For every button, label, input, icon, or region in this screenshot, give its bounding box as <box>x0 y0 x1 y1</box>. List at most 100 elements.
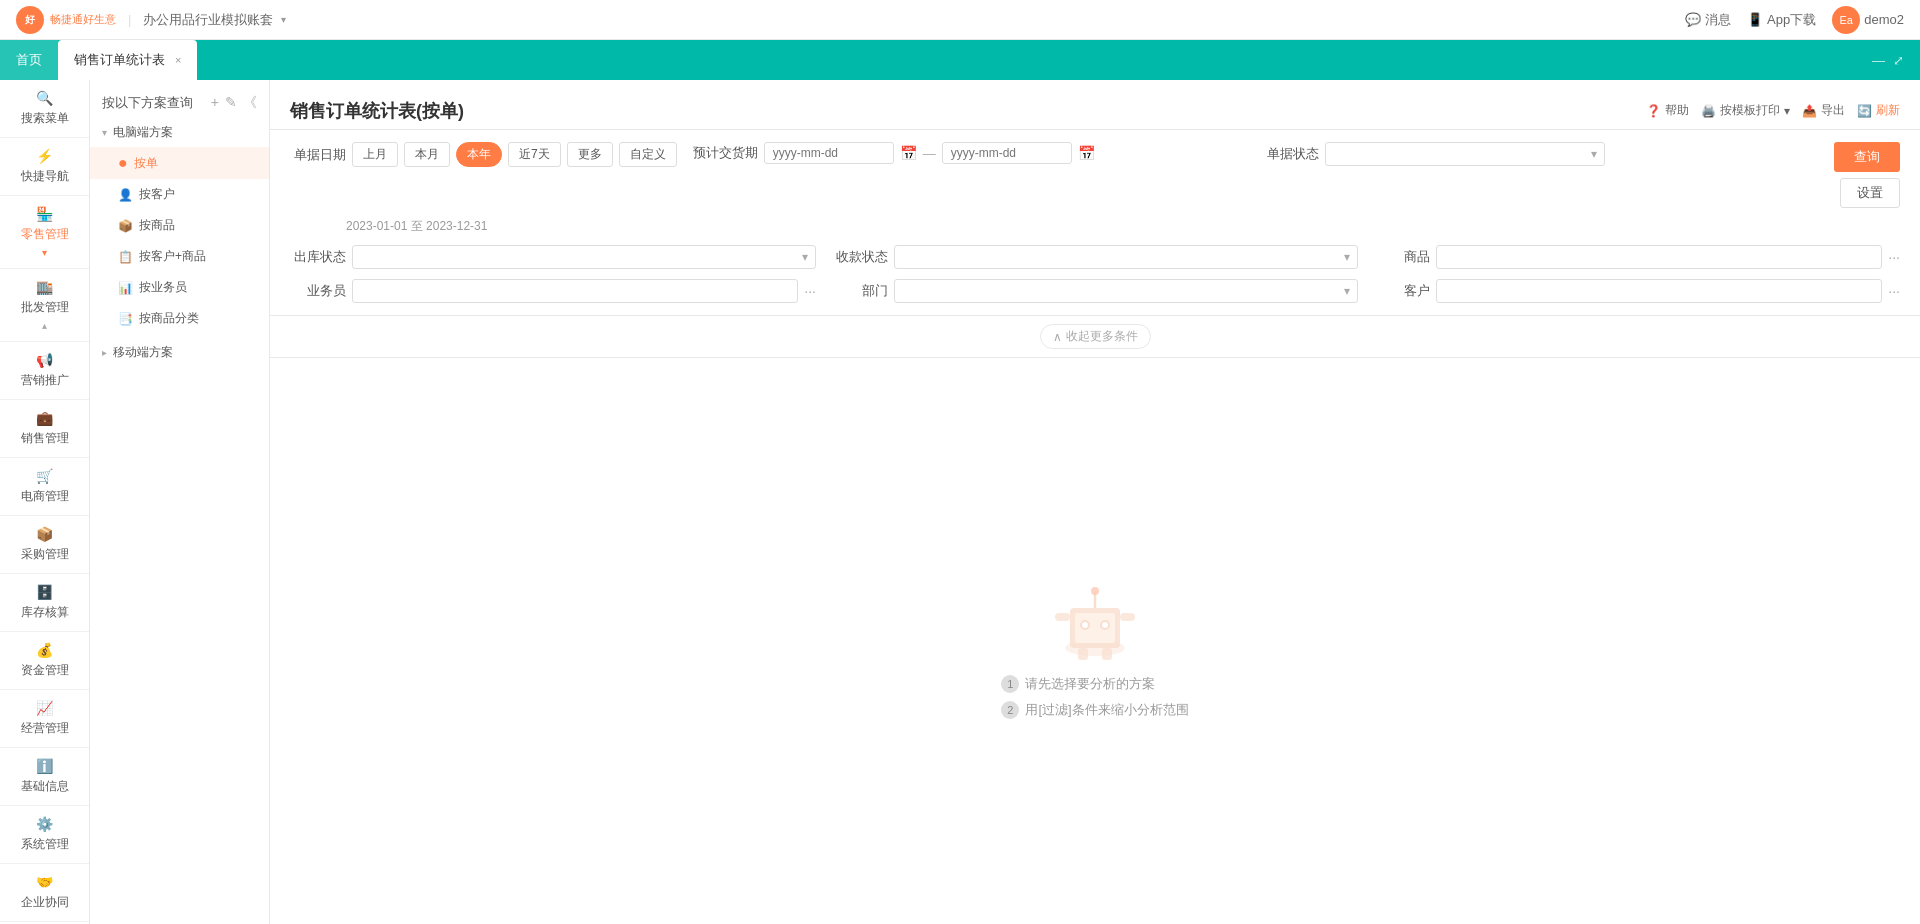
sidebar-item-system[interactable]: ⚙️ 系统管理 <box>0 806 89 864</box>
retail-icon: 🏪 <box>36 206 53 222</box>
empty-tip-1: 1 请先选择要分析的方案 <box>1001 675 1188 693</box>
panel-collapse-icon[interactable]: 《 <box>243 94 257 112</box>
user-area[interactable]: Ea demo2 <box>1832 6 1904 34</box>
this-month-btn[interactable]: 本月 <box>404 142 450 167</box>
panel-title: 按以下方案查询 <box>102 94 193 112</box>
calendar-to-icon[interactable]: 📅 <box>1078 145 1095 161</box>
product-more-icon[interactable]: ··· <box>1888 249 1900 265</box>
by-cust-prod-label: 按客户+商品 <box>139 248 206 265</box>
tab-home[interactable]: 首页 <box>0 40 58 80</box>
empty-illustration <box>1045 563 1145 663</box>
sidebar-search[interactable]: 🔍 搜索菜单 <box>0 80 89 138</box>
basic-icon: ℹ️ <box>36 758 53 774</box>
panel-item-by-order[interactable]: ● 按单 <box>90 147 269 179</box>
department-label: 部门 <box>832 282 888 300</box>
minimize-icon[interactable]: — <box>1872 53 1885 68</box>
home-tab-label: 首页 <box>16 51 42 69</box>
help-button[interactable]: ❓ 帮助 <box>1646 102 1689 119</box>
system-dropdown-icon[interactable]: ▾ <box>281 14 286 25</box>
export-button[interactable]: 📤 导出 <box>1802 102 1845 119</box>
svg-point-6 <box>1102 622 1108 628</box>
salesperson-input[interactable] <box>352 279 798 303</box>
message-button[interactable]: 💬 消息 <box>1685 11 1731 29</box>
panel-add-icon[interactable]: + <box>211 94 219 112</box>
by-salesperson-icon: 📊 <box>118 281 133 295</box>
by-order-label: 按单 <box>134 155 158 172</box>
enterprise-icon: 🤝 <box>36 874 53 890</box>
expected-date-to-input[interactable] <box>942 142 1072 164</box>
customer-more-icon[interactable]: ··· <box>1888 283 1900 299</box>
tip-num-1: 1 <box>1001 675 1019 693</box>
collapse-button[interactable]: ∧ 收起更多条件 <box>1040 324 1151 349</box>
panel-item-by-customer-product[interactable]: 📋 按客户+商品 <box>90 241 269 272</box>
department-select[interactable] <box>894 279 1358 303</box>
last-month-btn[interactable]: 上月 <box>352 142 398 167</box>
system-title: 办公用品行业模拟账套 <box>143 11 273 29</box>
sidebar-item-ecommerce[interactable]: 🛒 电商管理 <box>0 458 89 516</box>
tab-close-icon[interactable]: × <box>175 54 181 66</box>
expected-date-from-input[interactable] <box>764 142 894 164</box>
sidebar-item-basic[interactable]: ℹ️ 基础信息 <box>0 748 89 806</box>
delivery-status-label: 出库状态 <box>290 248 346 266</box>
sidebar-item-enterprise[interactable]: 🤝 企业协同 <box>0 864 89 922</box>
by-category-label: 按商品分类 <box>139 310 199 327</box>
collapse-label: 收起更多条件 <box>1066 328 1138 345</box>
sidebar-item-operations[interactable]: 📈 经营管理 <box>0 690 89 748</box>
custom-btn[interactable]: 自定义 <box>619 142 677 167</box>
date-label: 单据日期 <box>290 146 346 164</box>
sidebar-item-sales[interactable]: 💼 销售管理 <box>0 400 89 458</box>
tab-sales-order[interactable]: 销售订单统计表 × <box>58 40 197 80</box>
department-wrapper <box>894 279 1358 303</box>
svg-rect-12 <box>1102 648 1112 660</box>
panel-item-by-category[interactable]: 📑 按商品分类 <box>90 303 269 334</box>
sidebar-quick-nav[interactable]: ⚡ 快捷导航 <box>0 138 89 196</box>
sidebar-basic-label: 基础信息 <box>21 778 69 795</box>
delivery-status-select[interactable] <box>352 245 816 269</box>
sidebar-marketing-label: 营销推广 <box>21 372 69 389</box>
by-product-icon: 📦 <box>118 219 133 233</box>
panel-item-by-salesperson[interactable]: 📊 按业务员 <box>90 272 269 303</box>
last-7days-btn[interactable]: 近7天 <box>508 142 561 167</box>
panel-edit-icon[interactable]: ✎ <box>225 94 237 112</box>
empty-tip-2: 2 用[过滤]条件来缩小分析范围 <box>1001 701 1188 719</box>
nav-tabs: 首页 销售订单统计表 × — ⤢ <box>0 40 1920 80</box>
sidebar-item-purchase[interactable]: 📦 采购管理 <box>0 516 89 574</box>
calendar-from-icon[interactable]: 📅 <box>900 145 917 161</box>
sidebar-item-finance[interactable]: 💰 资金管理 <box>0 632 89 690</box>
maximize-icon[interactable]: ⤢ <box>1893 53 1904 68</box>
sidebar-item-inventory[interactable]: 🗄️ 库存核算 <box>0 574 89 632</box>
panel-section-desktop-title[interactable]: ▾ 电脑端方案 <box>90 118 269 147</box>
query-button[interactable]: 查询 <box>1834 142 1900 172</box>
quick-nav-icon: ⚡ <box>36 148 53 164</box>
print-button[interactable]: 🖨️ 按模板打印 ▾ <box>1701 102 1790 119</box>
app-icon: 📱 <box>1747 12 1763 27</box>
sidebar-enterprise-label: 企业协同 <box>21 894 69 911</box>
app-download-button[interactable]: 📱 App下载 <box>1747 11 1816 29</box>
customer-input[interactable] <box>1436 279 1882 303</box>
salesperson-more-icon[interactable]: ··· <box>804 283 816 299</box>
refresh-button[interactable]: 🔄 刷新 <box>1857 102 1900 119</box>
sidebar-item-wholesale[interactable]: 🏬 批发管理 ▴ <box>0 269 89 342</box>
search-icon: 🔍 <box>36 90 53 106</box>
panel-item-by-product[interactable]: 📦 按商品 <box>90 210 269 241</box>
panel-actions: + ✎ 《 <box>211 94 257 112</box>
left-panel: 按以下方案查询 + ✎ 《 ▾ 电脑端方案 ● 按单 👤 按客户 📦 按 <box>90 80 270 924</box>
top-bar-right: 💬 消息 📱 App下载 Ea demo2 <box>1685 6 1904 34</box>
panel-item-by-customer[interactable]: 👤 按客户 <box>90 179 269 210</box>
product-input[interactable] <box>1436 245 1882 269</box>
this-year-btn[interactable]: 本年 <box>456 142 502 167</box>
sidebar-quicknav-label: 快捷导航 <box>21 168 69 185</box>
section-expand-icon: ▾ <box>102 127 107 138</box>
panel-section-mobile-title[interactable]: ▸ 移动端方案 <box>90 338 269 367</box>
payment-status-select[interactable] <box>894 245 1358 269</box>
sidebar-item-retail[interactable]: 🏪 零售管理 ▾ <box>0 196 89 269</box>
order-status-select[interactable] <box>1325 142 1605 166</box>
svg-rect-10 <box>1120 613 1135 621</box>
sidebar-wholesale-arrow: ▴ <box>42 320 47 331</box>
sidebar-system-label: 系统管理 <box>21 836 69 853</box>
sidebar-sales-label: 销售管理 <box>21 430 69 447</box>
more-btn[interactable]: 更多 <box>567 142 613 167</box>
sidebar-item-marketing[interactable]: 📢 营销推广 <box>0 342 89 400</box>
settings-button[interactable]: 设置 <box>1840 178 1900 208</box>
refresh-icon: 🔄 <box>1857 104 1872 118</box>
